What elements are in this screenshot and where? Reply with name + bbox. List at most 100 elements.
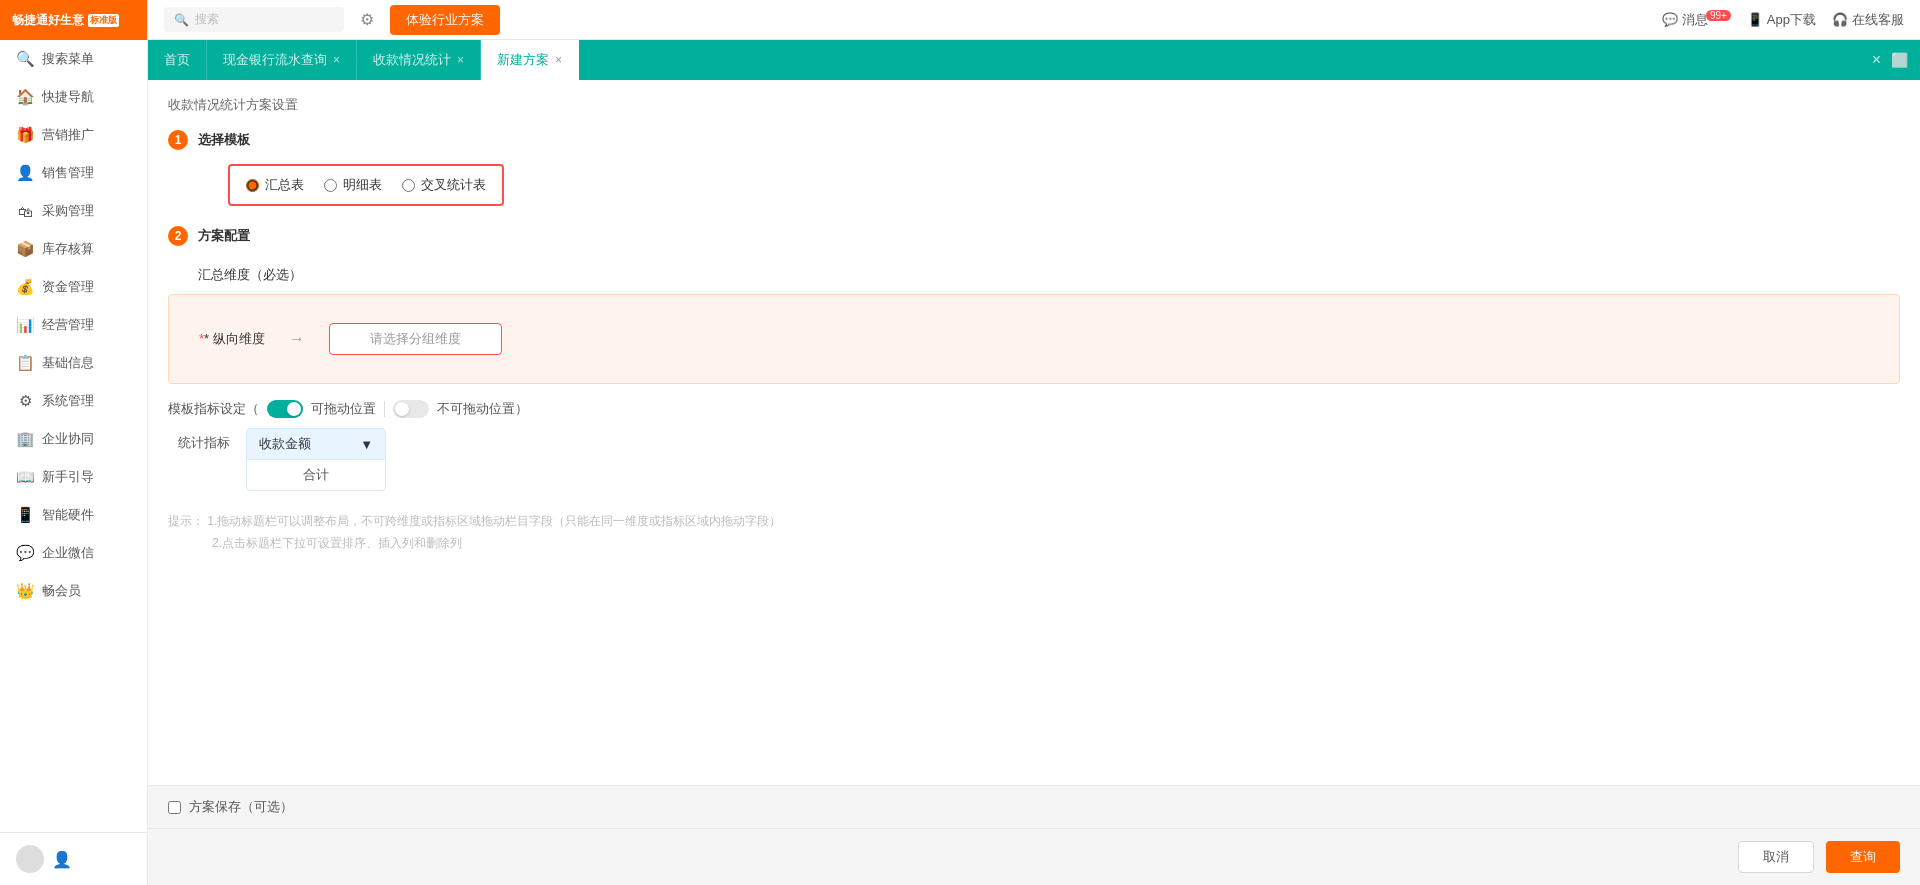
gear-icon[interactable]: ⚙ xyxy=(360,10,374,29)
step1-num: 1 xyxy=(168,130,188,150)
content-inner: 收款情况统计方案设置 1 选择模板 汇总表 明细表 xyxy=(148,80,1920,785)
tab-bank-flow[interactable]: 现金银行流水查询 × xyxy=(207,40,357,80)
gear-area: ⚙ xyxy=(360,10,374,29)
dim-row-label-text: * 纵向维度 xyxy=(204,331,265,346)
industry-plan-button[interactable]: 体验行业方案 xyxy=(390,5,500,35)
vip-icon: 👑 xyxy=(16,582,34,600)
toggle-draggable[interactable] xyxy=(267,400,303,418)
indicator-table-area: 统计指标 收款金额 ▼ 合计 xyxy=(178,428,1900,491)
footer: 取消 查询 xyxy=(148,828,1920,885)
tab-new-plan-close[interactable]: × xyxy=(555,53,562,67)
sidebar-label-basic-info: 基础信息 xyxy=(42,354,94,372)
user-avatar-icon: 👤 xyxy=(52,850,72,869)
breadcrumb: 收款情况统计方案设置 xyxy=(168,96,1900,114)
dimension-area: ** 纵向维度 → 请选择分组维度 xyxy=(168,294,1900,384)
save-option: 方案保存（可选） xyxy=(148,785,1920,828)
sidebar-item-operations[interactable]: 📊 经营管理 xyxy=(0,306,147,344)
tab-home-label: 首页 xyxy=(164,51,190,69)
tab-home[interactable]: 首页 xyxy=(148,40,207,80)
tab-new-plan[interactable]: 新建方案 × xyxy=(481,40,579,80)
toggle-draggable-label: 可拖动位置 xyxy=(311,400,376,418)
radio-cross[interactable]: 交叉统计表 xyxy=(402,176,486,194)
sidebar-item-wechat[interactable]: 💬 企业微信 xyxy=(0,534,147,572)
tab-bank-flow-close[interactable]: × xyxy=(333,53,340,67)
sidebar-item-enterprise[interactable]: 🏢 企业协同 xyxy=(0,420,147,458)
sidebar-item-purchase[interactable]: 🛍 采购管理 xyxy=(0,192,147,230)
topbar-right: 💬 消息 99+ 📱 App下载 🎧 在线客服 xyxy=(1662,11,1904,29)
tab-bank-flow-label: 现金银行流水查询 xyxy=(223,51,327,69)
step1-label: 选择模板 xyxy=(198,131,250,149)
enterprise-icon: 🏢 xyxy=(16,430,34,448)
indicator-toggle-bar: 模板指标设定（ 可拖动位置 不可拖动位置） xyxy=(168,400,1900,418)
sidebar-item-marketing[interactable]: 🎁 营销推广 xyxy=(0,116,147,154)
save-option-label: 方案保存（可选） xyxy=(189,798,293,816)
tabs-expand-icon[interactable]: ⬜ xyxy=(1891,52,1908,68)
sidebar-item-inventory[interactable]: 📦 库存核算 xyxy=(0,230,147,268)
sidebar-label-smart-hw: 智能硬件 xyxy=(42,506,94,524)
message-badge: 99+ xyxy=(1706,10,1731,21)
user-avatar[interactable] xyxy=(16,845,44,873)
radio-detail[interactable]: 明细表 xyxy=(324,176,382,194)
tab-receipt-stats[interactable]: 收款情况统计 × xyxy=(357,40,481,80)
topbar-search[interactable]: 🔍 搜索 xyxy=(164,7,344,32)
search-placeholder: 搜索 xyxy=(195,11,219,28)
dim-row-label: ** 纵向维度 xyxy=(199,330,265,348)
basic-info-icon: 📋 xyxy=(16,354,34,372)
config-section: 汇总维度（必选） ** 纵向维度 → 请选择分组维度 模板指标设定（ 可拖动位置 xyxy=(168,266,1900,554)
sidebar: 畅捷通好生意 标准版 🔍 搜索菜单 🏠 快捷导航 🎁 营销推广 👤 销售管理 🛍… xyxy=(0,0,148,885)
logo-badge: 标准版 xyxy=(88,14,119,27)
sidebar-label-guide: 新手引导 xyxy=(42,468,94,486)
online-service-label: 在线客服 xyxy=(1852,11,1904,29)
message-label: 消息 xyxy=(1682,11,1708,29)
radio-cross-label: 交叉统计表 xyxy=(421,176,486,194)
cancel-button[interactable]: 取消 xyxy=(1738,841,1814,873)
tabs-close-all-icon[interactable]: × xyxy=(1872,51,1881,69)
sidebar-item-vip[interactable]: 👑 畅会员 xyxy=(0,572,147,610)
step2-header: 2 方案配置 xyxy=(168,226,1900,246)
purchase-icon: 🛍 xyxy=(16,202,34,220)
indicator-row-total: 合计 xyxy=(247,460,385,490)
radio-summary[interactable]: 汇总表 xyxy=(246,176,304,194)
indicator-col-header: 收款金额 ▼ xyxy=(247,429,385,460)
dimension-title: 汇总维度（必选） xyxy=(198,266,1900,284)
tab-receipt-stats-close[interactable]: × xyxy=(457,53,464,67)
indicator-section-title-prefix: 模板指标设定（ xyxy=(168,400,259,418)
content-area: 收款情况统计方案设置 1 选择模板 汇总表 明细表 xyxy=(148,80,1920,885)
sidebar-item-basic-info[interactable]: 📋 基础信息 xyxy=(0,344,147,382)
sales-icon: 👤 xyxy=(16,164,34,182)
sidebar-item-quick-nav[interactable]: 🏠 快捷导航 xyxy=(0,78,147,116)
radio-cross-input[interactable] xyxy=(402,179,415,192)
dim-select-dropdown[interactable]: 请选择分组维度 xyxy=(329,323,502,355)
query-button[interactable]: 查询 xyxy=(1826,841,1900,873)
finance-icon: 💰 xyxy=(16,278,34,296)
guide-icon: 📖 xyxy=(16,468,34,486)
radio-detail-input[interactable] xyxy=(324,179,337,192)
sidebar-label-quick-nav: 快捷导航 xyxy=(42,88,94,106)
sidebar-item-search-menu[interactable]: 🔍 搜索菜单 xyxy=(0,40,147,78)
tab-new-plan-label: 新建方案 xyxy=(497,51,549,69)
radio-summary-input[interactable] xyxy=(246,179,259,192)
app-download-area[interactable]: 📱 App下载 xyxy=(1747,11,1816,29)
sidebar-item-smart-hw[interactable]: 📱 智能硬件 xyxy=(0,496,147,534)
service-icon: 🎧 xyxy=(1832,12,1848,27)
col-header-text: 收款金额 xyxy=(259,435,311,453)
operations-icon: 📊 xyxy=(16,316,34,334)
online-service-area[interactable]: 🎧 在线客服 xyxy=(1832,11,1904,29)
search-menu-icon: 🔍 xyxy=(16,50,34,68)
message-area[interactable]: 💬 消息 99+ xyxy=(1662,11,1731,29)
toggle-non-draggable[interactable] xyxy=(393,400,429,418)
sidebar-item-finance[interactable]: 💰 资金管理 xyxy=(0,268,147,306)
sidebar-item-system[interactable]: ⚙ 系统管理 xyxy=(0,382,147,420)
col-dropdown-icon[interactable]: ▼ xyxy=(360,437,373,452)
radio-detail-label: 明细表 xyxy=(343,176,382,194)
app-download-label: App下载 xyxy=(1767,11,1816,29)
marketing-icon: 🎁 xyxy=(16,126,34,144)
sidebar-label-system: 系统管理 xyxy=(42,392,94,410)
sidebar-item-sales[interactable]: 👤 销售管理 xyxy=(0,154,147,192)
sidebar-label-finance: 资金管理 xyxy=(42,278,94,296)
indicator-section: 模板指标设定（ 可拖动位置 不可拖动位置） 统计指标 xyxy=(168,400,1900,491)
radio-summary-label: 汇总表 xyxy=(265,176,304,194)
save-checkbox[interactable] xyxy=(168,801,181,814)
system-icon: ⚙ xyxy=(16,392,34,410)
sidebar-item-guide[interactable]: 📖 新手引导 xyxy=(0,458,147,496)
